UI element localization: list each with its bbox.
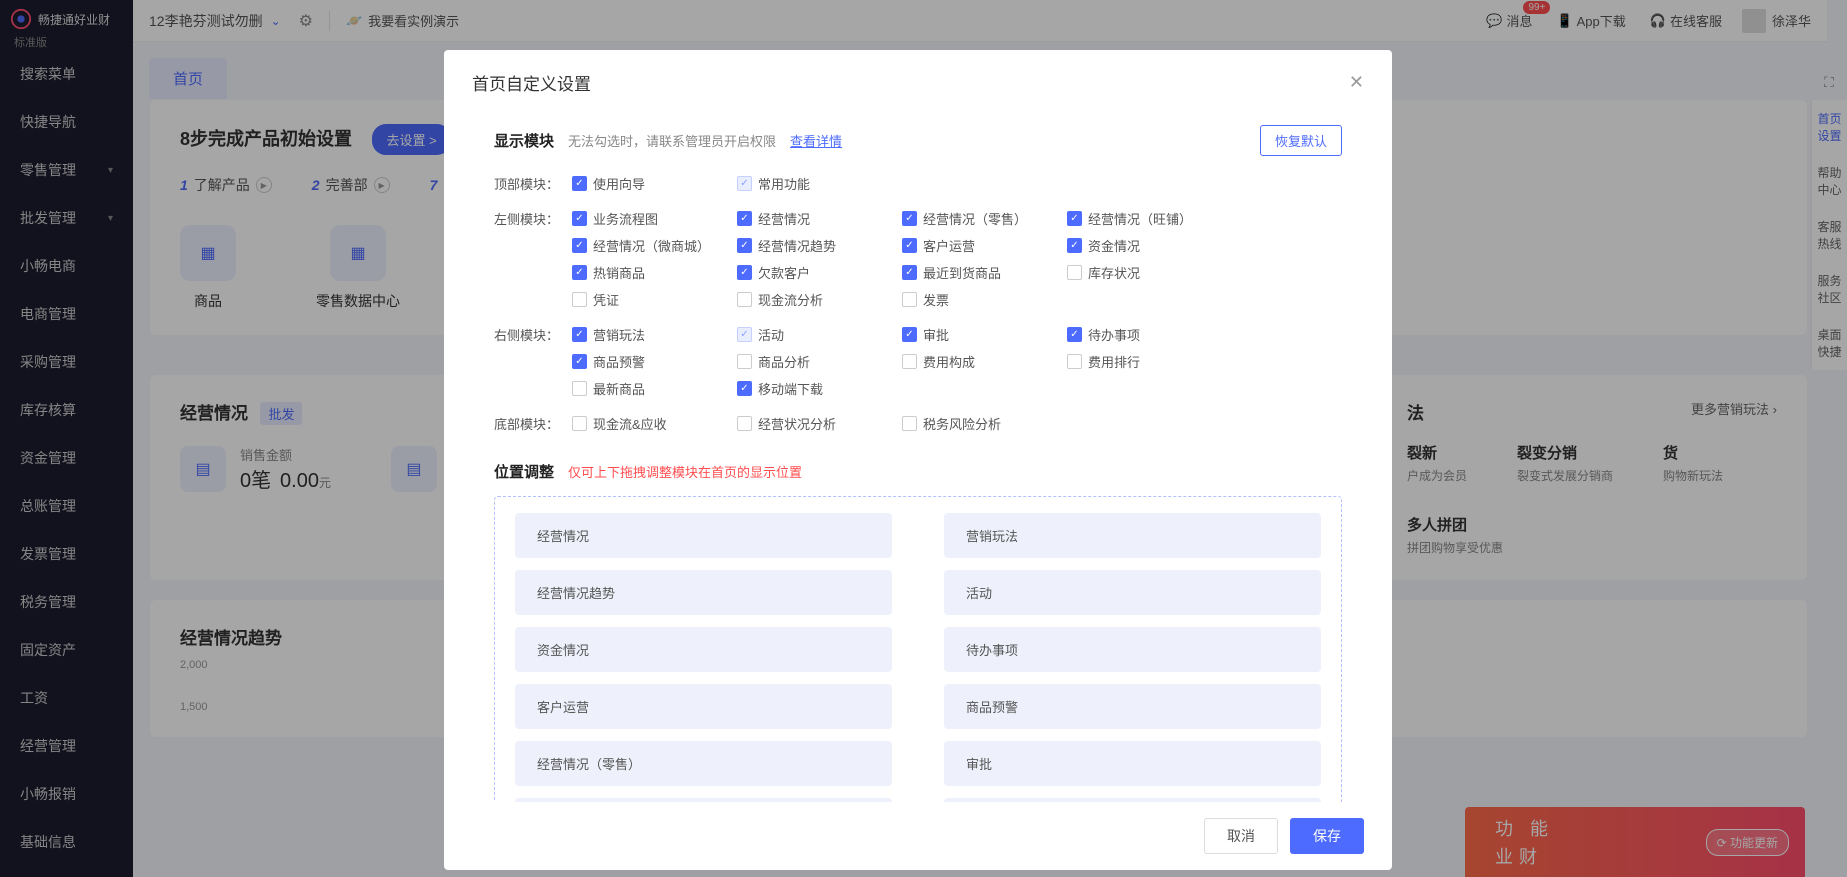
checkbox-option[interactable]: ✓热销商品 [572,259,737,286]
drag-item[interactable]: 商品预警 [944,684,1321,729]
checkbox-option[interactable]: ✓客户运营 [902,232,1067,259]
section-sub: 仅可上下拖拽调整模块在首页的显示位置 [568,462,802,481]
checkbox-icon [1067,265,1082,280]
checkbox-option[interactable]: 凭证 [572,286,737,313]
checkbox-option[interactable]: 费用排行 [1067,348,1232,375]
row-label: 底部模块： [494,410,572,433]
checkbox-icon: ✓ [1067,211,1082,226]
checkbox-icon [902,292,917,307]
checkbox-option[interactable]: 最新商品 [572,375,737,402]
checkbox-option[interactable]: 库存状况 [1067,259,1232,286]
checkbox-option[interactable]: ✓经营情况 [737,205,902,232]
drag-area: 经营情况经营情况趋势资金情况客户运营经营情况（零售） 经营情况（旺铺） 营销玩法活… [494,496,1342,802]
checkbox-icon: ✓ [737,176,752,191]
checkbox-icon: ✓ [572,211,587,226]
checkbox-option[interactable]: ✓欠款客户 [737,259,902,286]
checkbox-option[interactable]: ✓资金情况 [1067,232,1232,259]
checkbox-icon: ✓ [737,211,752,226]
save-button[interactable]: 保存 [1290,818,1364,854]
checkbox-option[interactable]: ✓待办事项 [1067,321,1232,348]
row-label: 顶部模块： [494,170,572,193]
checkbox-icon: ✓ [1067,327,1082,342]
checkbox-icon: ✓ [902,265,917,280]
modal-header: 首页自定义设置 ✕ [444,50,1392,115]
drag-item[interactable]: 活动 [944,570,1321,615]
checkbox-row: 顶部模块：✓使用向导✓常用功能 [494,170,1342,197]
checkbox-icon [572,381,587,396]
drag-item[interactable]: 经营情况趋势 [515,570,892,615]
drag-item[interactable]: 经营情况（旺铺） [515,798,892,802]
section-sub: 无法勾选时，请联系管理员开启权限 [568,131,776,150]
drag-item[interactable]: 经营情况（零售） [515,741,892,786]
checkbox-icon [572,292,587,307]
modal-footer: 取消 保存 [444,802,1392,870]
checkbox-option[interactable]: ✓经营情况（旺铺） [1067,205,1232,232]
drag-item[interactable]: 待办事项 [944,627,1321,672]
checkbox-option[interactable]: ✓商品预警 [572,348,737,375]
row-label: 左侧模块： [494,205,572,228]
checkbox-icon [902,354,917,369]
checkbox-option[interactable]: 经营状况分析 [737,410,902,437]
checkbox-option[interactable]: 发票 [902,286,1067,313]
checkbox-option[interactable]: ✓业务流程图 [572,205,737,232]
checkbox-option[interactable]: ✓使用向导 [572,170,737,197]
drag-item[interactable]: 移动端下载 [944,798,1321,802]
checkbox-icon [737,354,752,369]
checkbox-icon: ✓ [737,238,752,253]
position-section-head: 位置调整 仅可上下拖拽调整模块在首页的显示位置 [494,461,1342,482]
checkbox-option[interactable]: 税务风险分析 [902,410,1067,437]
checkbox-icon [1067,354,1082,369]
drag-item[interactable]: 经营情况 [515,513,892,558]
checkbox-icon [737,292,752,307]
settings-modal: 首页自定义设置 ✕ 显示模块 无法勾选时，请联系管理员开启权限 查看详情 恢复默… [444,50,1392,870]
checkbox-icon [737,416,752,431]
checkbox-icon [572,416,587,431]
checkbox-option[interactable]: ✓审批 [902,321,1067,348]
display-section-head: 显示模块 无法勾选时，请联系管理员开启权限 查看详情 恢复默认 [494,125,1342,156]
checkbox-icon: ✓ [572,354,587,369]
checkbox-option[interactable]: 商品分析 [737,348,902,375]
section-title: 显示模块 [494,130,554,151]
checkbox-icon: ✓ [572,176,587,191]
modal-overlay[interactable]: 首页自定义设置 ✕ 显示模块 无法勾选时，请联系管理员开启权限 查看详情 恢复默… [0,0,1847,877]
drag-item[interactable]: 客户运营 [515,684,892,729]
checkbox-icon: ✓ [1067,238,1082,253]
checkbox-option[interactable]: ✓经营情况（零售） [902,205,1067,232]
checkbox-icon: ✓ [902,238,917,253]
checkbox-icon: ✓ [572,265,587,280]
checkbox-row: 右侧模块：✓营销玩法✓活动✓审批✓待办事项 ✓商品预警商品分析费用构成费用排行最新… [494,321,1342,402]
checkbox-icon: ✓ [737,327,752,342]
checkbox-icon: ✓ [572,238,587,253]
checkbox-option[interactable]: 费用构成 [902,348,1067,375]
detail-link[interactable]: 查看详情 [790,131,842,150]
checkbox-icon: ✓ [902,327,917,342]
checkbox-option[interactable]: ✓经营情况趋势 [737,232,902,259]
modal-title: 首页自定义设置 [472,70,591,95]
checkbox-row: 左侧模块：✓业务流程图✓经营情况✓经营情况（零售）✓经营情况（旺铺） ✓经营情况（… [494,205,1342,313]
close-icon[interactable]: ✕ [1349,72,1364,93]
checkbox-icon: ✓ [572,327,587,342]
checkbox-option[interactable]: 现金流分析 [737,286,902,313]
row-label: 右侧模块： [494,321,572,344]
section-title: 位置调整 [494,461,554,482]
checkbox-icon: ✓ [902,211,917,226]
cancel-button[interactable]: 取消 [1204,818,1278,854]
checkbox-row: 底部模块：现金流&应收经营状况分析税务风险分析 [494,410,1342,437]
modal-body: 显示模块 无法勾选时，请联系管理员开启权限 查看详情 恢复默认 顶部模块：✓使用… [444,115,1392,802]
checkbox-icon: ✓ [737,381,752,396]
drag-item[interactable]: 资金情况 [515,627,892,672]
checkbox-option[interactable]: 现金流&应收 [572,410,737,437]
checkbox-icon [902,416,917,431]
drag-item[interactable]: 审批 [944,741,1321,786]
drag-item[interactable]: 营销玩法 [944,513,1321,558]
checkbox-option: ✓活动 [737,321,902,348]
checkbox-icon: ✓ [737,265,752,280]
checkbox-option[interactable]: ✓营销玩法 [572,321,737,348]
checkbox-option[interactable]: ✓经营情况（微商城） [572,232,737,259]
restore-default-button[interactable]: 恢复默认 [1260,125,1342,156]
checkbox-option[interactable]: ✓移动端下载 [737,375,902,402]
checkbox-option[interactable]: ✓最近到货商品 [902,259,1067,286]
checkbox-option: ✓常用功能 [737,170,902,197]
